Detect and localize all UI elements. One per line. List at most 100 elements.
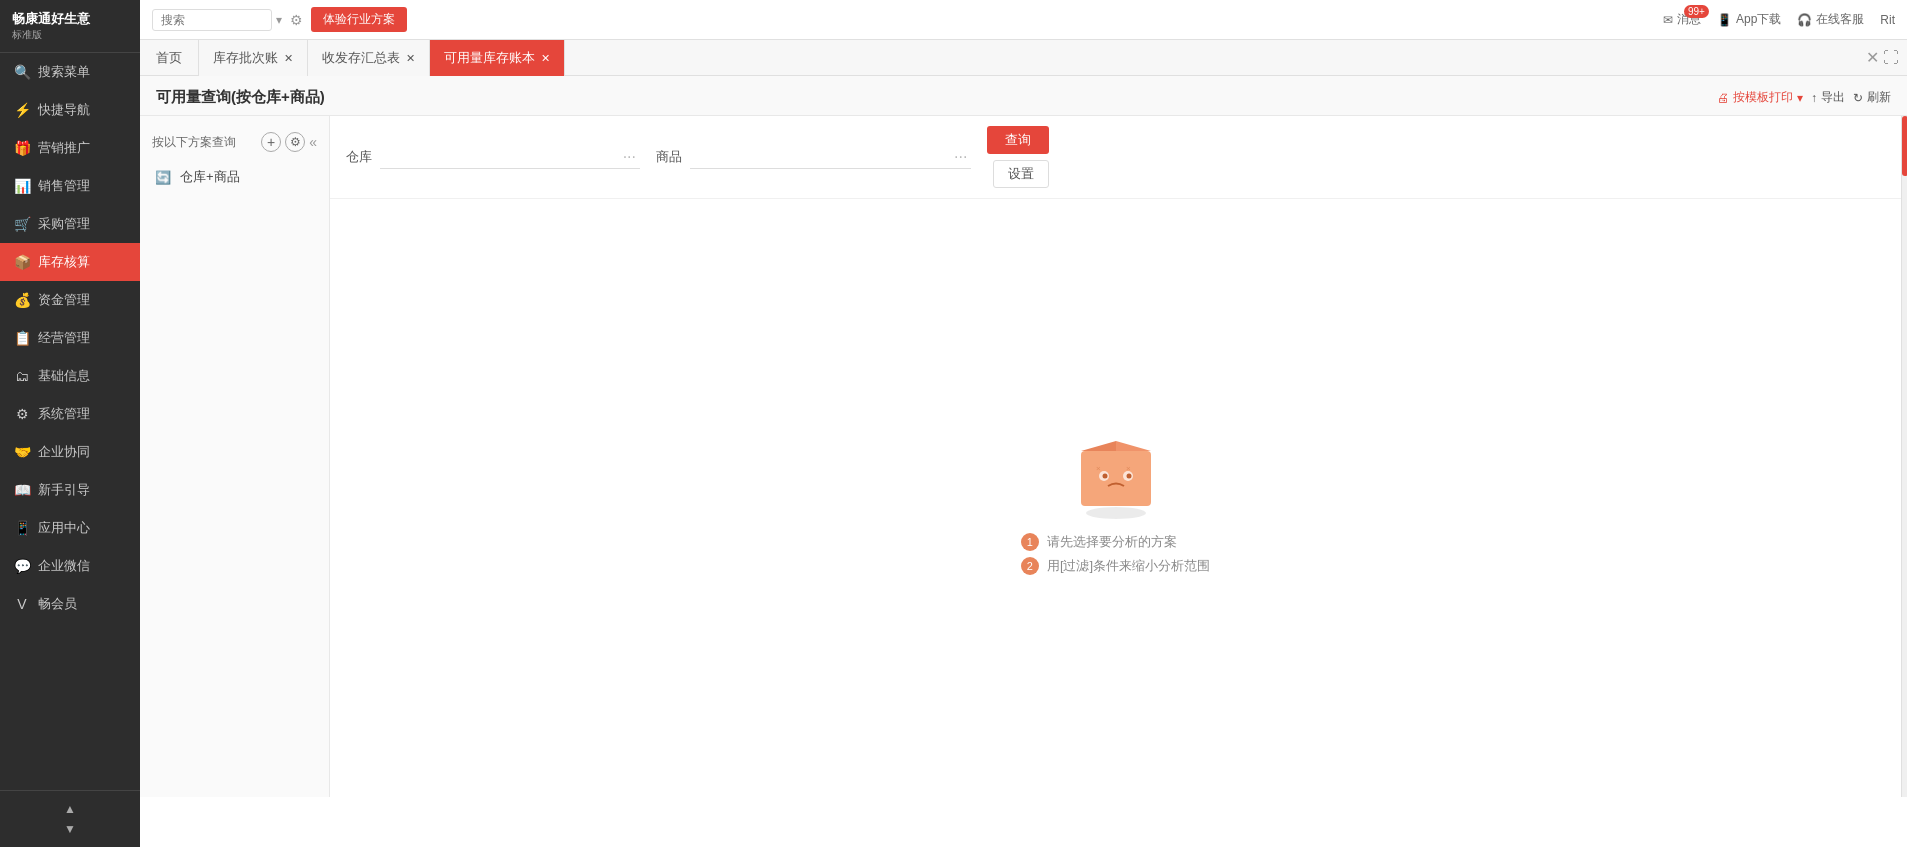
sidebar-label-member: 畅会员 [38, 595, 77, 613]
tab-home[interactable]: 首页 [140, 40, 199, 76]
warehouse-product-icon: 🔄 [154, 168, 172, 186]
template-chevron-icon: ▾ [1797, 91, 1803, 105]
sidebar-item-basic[interactable]: 🗂基础信息 [0, 357, 140, 395]
scroll-up-arrow[interactable]: ▲ [60, 799, 80, 819]
empty-svg: × × [1066, 421, 1166, 521]
filter-collapse-icon[interactable]: « [309, 134, 317, 150]
tab-batch-ledger-close[interactable]: ✕ [284, 40, 293, 76]
message-button[interactable]: ✉ 消息 99+ [1663, 11, 1701, 28]
tab-available-stock-close[interactable]: ✕ [541, 40, 550, 76]
topbar-right: ✉ 消息 99+ 📱 App下载 🎧 在线客服 Rit [1663, 11, 1895, 28]
svg-marker-2 [1081, 441, 1116, 451]
sidebar-item-marketing[interactable]: 🎁营销推广 [0, 129, 140, 167]
sidebar-nav: 🔍搜索菜单 ⚡ 快捷导航 🎁营销推广📊销售管理🛒采购管理 📦 库存核算 💰资金管理📋经营管理… [0, 53, 140, 790]
sidebar-item-sales[interactable]: 📊销售管理 [0, 167, 140, 205]
sidebar-item-operations[interactable]: 📋经营管理 [0, 319, 140, 357]
gear-icon[interactable]: ⚙ [290, 12, 303, 28]
expand-tab-button[interactable]: ⛶ [1883, 49, 1899, 67]
product-field-group: 商品 ··· [656, 145, 971, 169]
query-area: 仓库 ··· 商品 ··· 查询 [330, 116, 1901, 797]
message-badge: 99+ [1684, 5, 1709, 18]
template-print-button[interactable]: 🖨 按模板打印 ▾ [1717, 89, 1803, 106]
sales-icon: 📊 [14, 178, 30, 194]
warehouse-input-wrapper: ··· [380, 145, 640, 169]
refresh-icon: ↻ [1853, 91, 1863, 105]
empty-tips: 1 请先选择要分析的方案 2 用[过滤]条件来缩小分析范围 [1021, 533, 1210, 575]
product-input-wrapper: ··· [690, 145, 971, 169]
tabbar: 首页 库存批次账 ✕ 收发存汇总表 ✕ 可用量库存账本 ✕ ✕ ⛶ [140, 40, 1907, 76]
user-menu[interactable]: Rit [1880, 13, 1895, 27]
filter-setting-button[interactable]: ⚙ [285, 132, 305, 152]
filter-item-warehouse-product[interactable]: 🔄 仓库+商品 [140, 160, 329, 194]
topbar: ▾ ⚙ 体验行业方案 ✉ 消息 99+ 📱 App下载 🎧 在线客服 Rit [140, 0, 1907, 40]
shortcut-icon: ⚡ [14, 102, 30, 118]
tab-stock-summary-label: 收发存汇总表 [322, 40, 400, 76]
query-button[interactable]: 查询 [987, 126, 1049, 154]
inventory-icon: 📦 [14, 254, 30, 270]
trial-button[interactable]: 体验行业方案 [311, 7, 407, 32]
sidebar-label-inventory: 库存核算 [38, 253, 90, 271]
export-button[interactable]: ↑ 导出 [1811, 89, 1845, 106]
page-title: 可用量查询(按仓库+商品) [156, 88, 325, 107]
refresh-button[interactable]: ↻ 刷新 [1853, 89, 1891, 106]
purchase-icon: 🛒 [14, 216, 30, 232]
app-download-button[interactable]: 📱 App下载 [1717, 11, 1781, 28]
sidebar-arrows: ▲ ▼ [0, 799, 140, 839]
page-header: 可用量查询(按仓库+商品) 🖨 按模板打印 ▾ ↑ 导出 ↻ 刷新 [140, 76, 1907, 116]
sidebar-item-member[interactable]: V畅会员 [0, 585, 140, 623]
chevron-down-icon[interactable]: ▾ [276, 13, 282, 27]
tab-available-stock[interactable]: 可用量库存账本 ✕ [430, 40, 565, 76]
tip-number-2: 2 [1021, 557, 1039, 575]
main-area: ▾ ⚙ 体验行业方案 ✉ 消息 99+ 📱 App下载 🎧 在线客服 Rit 首… [140, 0, 1907, 847]
warehouse-label: 仓库 [346, 148, 372, 166]
filter-sidebar-actions: + ⚙ « [261, 132, 317, 152]
finance-icon: 💰 [14, 292, 30, 308]
warehouse-input[interactable] [384, 147, 623, 166]
tab-stock-summary-close[interactable]: ✕ [406, 40, 415, 76]
printer-icon: 🖨 [1717, 91, 1729, 105]
svg-point-0 [1086, 507, 1146, 519]
right-scrollbar[interactable] [1901, 116, 1907, 797]
sidebar-item-finance[interactable]: 💰资金管理 [0, 281, 140, 319]
refresh-label: 刷新 [1867, 89, 1891, 106]
sidebar-item-search[interactable]: 🔍搜索菜单 [0, 53, 140, 91]
user-label: Rit [1880, 13, 1895, 27]
sidebar-item-shortcut[interactable]: ⚡ 快捷导航 [0, 91, 140, 129]
online-service-button[interactable]: 🎧 在线客服 [1797, 11, 1864, 28]
marketing-icon: 🎁 [14, 140, 30, 156]
filter-add-button[interactable]: + [261, 132, 281, 152]
sidebar-item-inventory[interactable]: 📦 库存核算 [0, 243, 140, 281]
svg-text:×: × [1096, 464, 1101, 473]
product-input[interactable] [694, 147, 954, 166]
enterprise-icon: 🤝 [14, 444, 30, 460]
page-actions: 🖨 按模板打印 ▾ ↑ 导出 ↻ 刷新 [1717, 89, 1891, 106]
empty-state: × × 1 请先选择要分析的方案 2 用[过滤]条件来缩小分析范围 [330, 199, 1901, 797]
sidebar-label-system: 系统管理 [38, 405, 90, 423]
close-tab-button[interactable]: ✕ [1866, 48, 1879, 67]
svg-marker-3 [1116, 441, 1151, 451]
app-subtitle: 标准版 [12, 28, 128, 42]
sidebar-item-purchase[interactable]: 🛒采购管理 [0, 205, 140, 243]
empty-tip-1: 1 请先选择要分析的方案 [1021, 533, 1210, 551]
sidebar-item-apps[interactable]: 📱应用中心 [0, 509, 140, 547]
operations-icon: 📋 [14, 330, 30, 346]
topbar-search: ▾ [152, 9, 282, 31]
product-more-icon[interactable]: ··· [954, 148, 967, 166]
sidebar-label-basic: 基础信息 [38, 367, 90, 385]
search-input[interactable] [152, 9, 272, 31]
sidebar-item-enterprise[interactable]: 🤝企业协同 [0, 433, 140, 471]
warehouse-more-icon[interactable]: ··· [623, 148, 636, 166]
sidebar-item-wechat[interactable]: 💬企业微信 [0, 547, 140, 585]
sidebar-label-apps: 应用中心 [38, 519, 90, 537]
sidebar-item-guide[interactable]: 📖新手引导 [0, 471, 140, 509]
settings-button[interactable]: 设置 [993, 160, 1049, 188]
tab-batch-ledger[interactable]: 库存批次账 ✕ [199, 40, 308, 76]
sidebar-label-shortcut: 快捷导航 [38, 101, 90, 119]
warehouse-field-group: 仓库 ··· [346, 145, 640, 169]
app-download-label: App下载 [1736, 11, 1781, 28]
headset-icon: 🎧 [1797, 13, 1812, 27]
scroll-down-arrow[interactable]: ▼ [60, 819, 80, 839]
tab-stock-summary[interactable]: 收发存汇总表 ✕ [308, 40, 430, 76]
sidebar-bottom: ▲ ▼ [0, 790, 140, 847]
sidebar-item-system[interactable]: ⚙系统管理 [0, 395, 140, 433]
